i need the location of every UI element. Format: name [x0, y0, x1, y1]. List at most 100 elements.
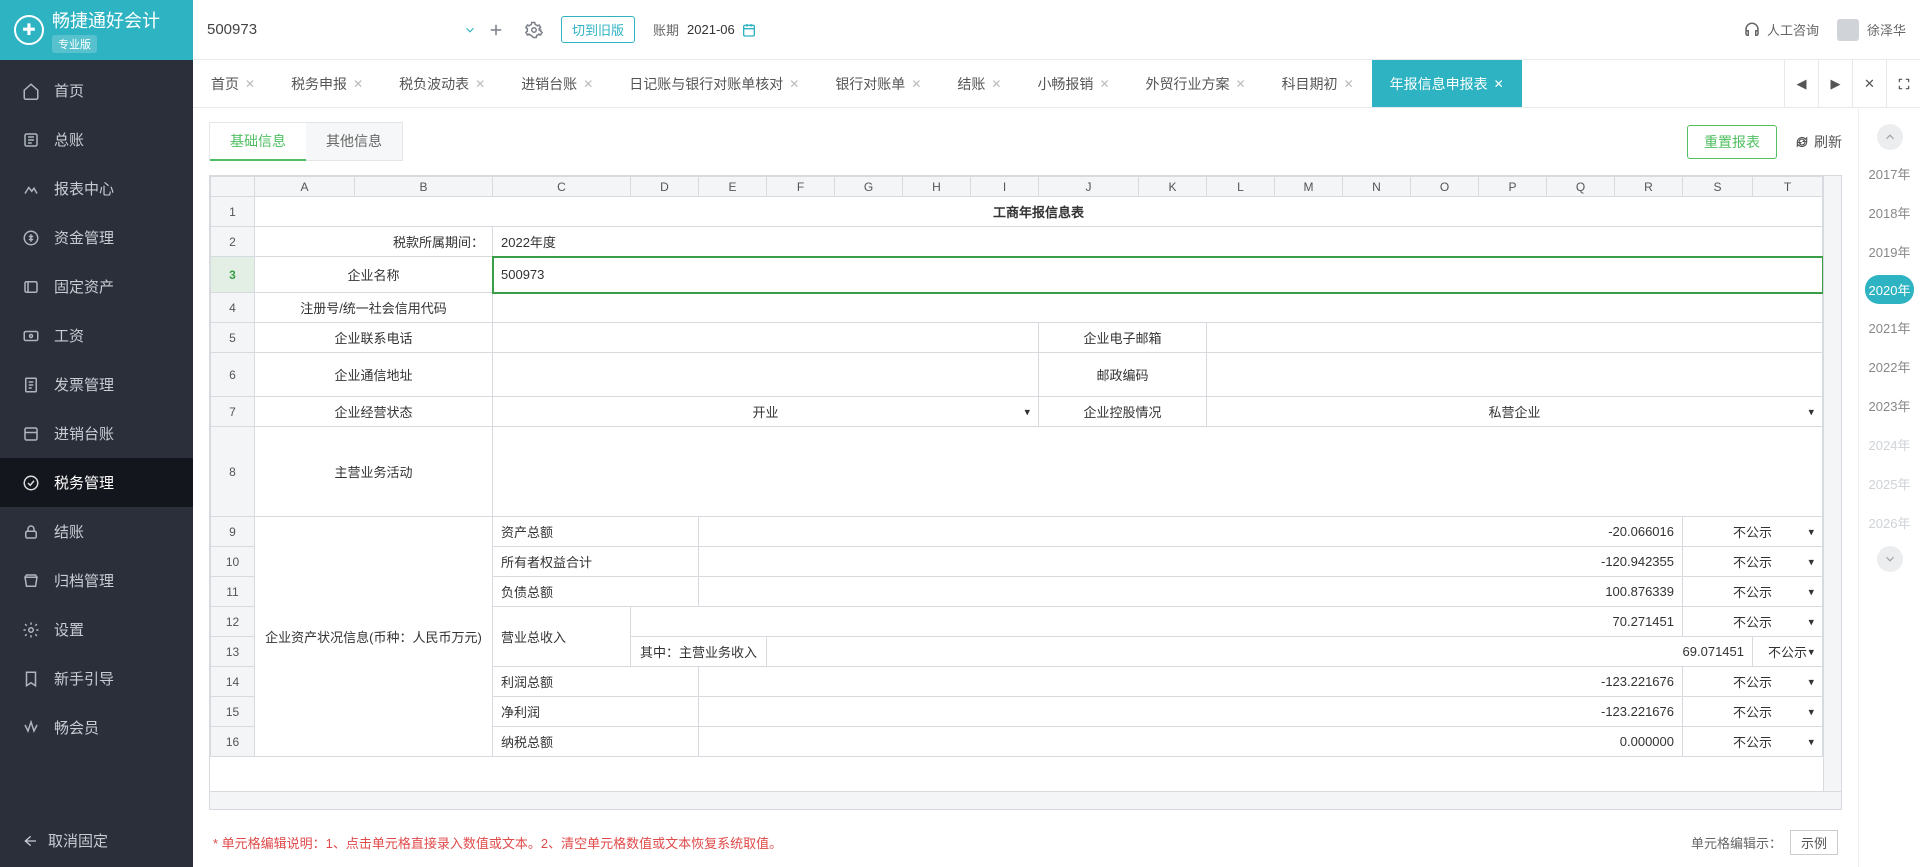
column-header[interactable]: H	[903, 177, 971, 197]
year-item[interactable]: 2017年	[1859, 154, 1920, 193]
publish-select[interactable]: 不公示	[1683, 547, 1823, 577]
column-header[interactable]: E	[699, 177, 767, 197]
close-icon[interactable]: ✕	[991, 77, 1001, 91]
nav-tax[interactable]: 税务管理	[0, 458, 193, 507]
column-header[interactable]: J	[1039, 177, 1139, 197]
column-header[interactable]: K	[1139, 177, 1207, 197]
user-menu[interactable]: 徐泽华	[1837, 19, 1906, 41]
close-icon[interactable]: ✕	[583, 77, 593, 91]
close-icon[interactable]: ✕	[1494, 77, 1504, 91]
publish-select[interactable]: 不公示	[1683, 697, 1823, 727]
publish-select[interactable]: 不公示	[1683, 727, 1823, 757]
close-icon[interactable]: ✕	[1344, 77, 1354, 91]
publish-select[interactable]: 不公示	[1683, 667, 1823, 697]
tabs-scroll-left[interactable]: ◀	[1784, 60, 1818, 108]
nav-settings[interactable]: 设置	[0, 605, 193, 654]
nav-fixed-assets[interactable]: 固定资产	[0, 262, 193, 311]
period-value[interactable]: 2021-06	[687, 22, 735, 37]
year-item[interactable]: 2024年	[1859, 425, 1920, 464]
spreadsheet[interactable]: ABCDEFGHIJKLMNOPQRST 1工商年报信息表 2税款所属期间：20…	[209, 175, 1842, 810]
tab[interactable]: 结账✕	[939, 60, 1019, 107]
vertical-scrollbar[interactable]	[1823, 176, 1841, 791]
tabs-close-all[interactable]: ✕	[1852, 60, 1886, 108]
column-header[interactable]: D	[631, 177, 699, 197]
tab[interactable]: 日记账与银行对账单核对✕	[611, 60, 817, 107]
close-icon[interactable]: ✕	[1099, 77, 1109, 91]
nav-closing[interactable]: 结账	[0, 507, 193, 556]
company-name-cell[interactable]: 500973	[493, 257, 1823, 293]
publish-select[interactable]: 不公示	[1683, 607, 1823, 637]
year-item[interactable]: 2025年	[1859, 464, 1920, 503]
nav-vip[interactable]: 畅会员	[0, 703, 193, 752]
column-header[interactable]: N	[1343, 177, 1411, 197]
column-header[interactable]: T	[1753, 177, 1823, 197]
subtab-basic[interactable]: 基础信息	[210, 123, 306, 161]
column-header[interactable]: G	[835, 177, 903, 197]
column-header[interactable]: B	[355, 177, 493, 197]
tab[interactable]: 进销台账✕	[503, 60, 611, 107]
year-item[interactable]: 2026年	[1859, 503, 1920, 542]
year-item[interactable]: 2018年	[1859, 193, 1920, 232]
column-header[interactable]: F	[767, 177, 835, 197]
nav-funds[interactable]: 资金管理	[0, 213, 193, 262]
close-icon[interactable]: ✕	[353, 77, 363, 91]
tab[interactable]: 小畅报销✕	[1019, 60, 1127, 107]
nav-purchase-sales[interactable]: 进销台账	[0, 409, 193, 458]
column-header[interactable]: I	[971, 177, 1039, 197]
column-header[interactable]: Q	[1547, 177, 1615, 197]
nav-salary[interactable]: 工资	[0, 311, 193, 360]
year-up-button[interactable]	[1877, 124, 1903, 150]
close-icon[interactable]: ✕	[1236, 77, 1246, 91]
tabs-fullscreen[interactable]	[1886, 60, 1920, 108]
example-button[interactable]: 示例	[1790, 830, 1838, 855]
close-icon[interactable]: ✕	[911, 77, 921, 91]
column-header[interactable]: O	[1411, 177, 1479, 197]
tab[interactable]: 外贸行业方案✕	[1128, 60, 1264, 107]
year-down-button[interactable]	[1877, 546, 1903, 572]
tab[interactable]: 首页✕	[193, 60, 273, 107]
reset-report-button[interactable]: 重置报表	[1687, 125, 1777, 159]
column-header[interactable]: P	[1479, 177, 1547, 197]
subtab-other[interactable]: 其他信息	[306, 123, 402, 160]
nav-archive[interactable]: 归档管理	[0, 556, 193, 605]
tabs-scroll-right[interactable]: ▶	[1818, 60, 1852, 108]
close-icon[interactable]: ✕	[475, 77, 485, 91]
column-header[interactable]: A	[255, 177, 355, 197]
add-button[interactable]	[485, 19, 507, 41]
calendar-icon[interactable]	[741, 22, 757, 38]
column-header[interactable]: S	[1683, 177, 1753, 197]
publish-select[interactable]: 不公示	[1683, 517, 1823, 547]
year-item[interactable]: 2019年	[1859, 232, 1920, 271]
publish-select[interactable]: 不公示	[1683, 577, 1823, 607]
nav-ledger[interactable]: 总账	[0, 115, 193, 164]
column-header[interactable]: L	[1207, 177, 1275, 197]
consult-button[interactable]: 人工咨询	[1743, 20, 1819, 39]
close-icon[interactable]: ✕	[789, 77, 799, 91]
settings-icon[interactable]	[523, 19, 545, 41]
unpin-button[interactable]: 取消固定	[0, 814, 193, 867]
nav-reports[interactable]: 报表中心	[0, 164, 193, 213]
select-all-cell[interactable]	[211, 177, 255, 197]
horizontal-scrollbar[interactable]	[210, 791, 1841, 809]
old-version-button[interactable]: 切到旧版	[561, 16, 635, 43]
tab[interactable]: 科目期初✕	[1264, 60, 1372, 107]
year-item[interactable]: 2020年	[1865, 275, 1914, 304]
year-item[interactable]: 2023年	[1859, 386, 1920, 425]
tab[interactable]: 年报信息申报表✕	[1372, 60, 1522, 107]
company-selector[interactable]: 500973	[207, 21, 477, 38]
refresh-button[interactable]: 刷新	[1795, 132, 1842, 152]
publish-select[interactable]: 不公示	[1753, 637, 1823, 667]
tab[interactable]: 税务申报✕	[273, 60, 381, 107]
nav-home[interactable]: 首页	[0, 66, 193, 115]
holding-type-select[interactable]: 私营企业	[1207, 397, 1823, 427]
year-item[interactable]: 2022年	[1859, 347, 1920, 386]
nav-guide[interactable]: 新手引导	[0, 654, 193, 703]
close-icon[interactable]: ✕	[245, 77, 255, 91]
year-item[interactable]: 2021年	[1859, 308, 1920, 347]
column-header[interactable]: M	[1275, 177, 1343, 197]
column-header[interactable]: C	[493, 177, 631, 197]
column-header[interactable]: R	[1615, 177, 1683, 197]
business-status-select[interactable]: 开业	[493, 397, 1039, 427]
tab[interactable]: 银行对账单✕	[817, 60, 939, 107]
tab[interactable]: 税负波动表✕	[381, 60, 503, 107]
